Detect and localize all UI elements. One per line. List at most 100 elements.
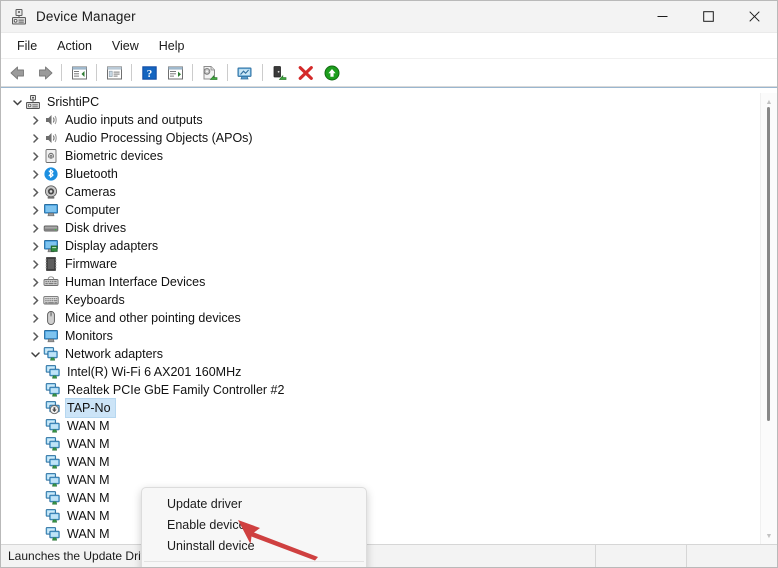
tree-row-intel-wifi[interactable]: Intel(R) Wi-Fi 6 AX201 160MHz	[1, 363, 777, 381]
tree-row-biometric-devices[interactable]: Biometric devices	[1, 147, 777, 165]
maximize-button[interactable]	[685, 1, 731, 32]
close-icon	[748, 11, 760, 22]
device-manager-window: Device Manager File Action View Help ? S…	[0, 0, 778, 568]
toolbar-forward-button[interactable]	[32, 61, 56, 84]
toolbar-disable-device-button[interactable]	[268, 61, 292, 84]
tree-row-label: Display adapters	[65, 239, 159, 253]
chevron-right-icon[interactable]	[27, 111, 43, 129]
context-menu-uninstall-device[interactable]: Uninstall device	[142, 535, 366, 556]
tree-row-cameras[interactable]: Cameras	[1, 183, 777, 201]
monitor-icon	[44, 204, 58, 217]
context-menu-update-driver[interactable]: Update driver	[142, 493, 366, 514]
tree-row-wan-miniport[interactable]: WAN M	[1, 417, 777, 435]
chevron-right-icon[interactable]	[27, 183, 43, 201]
network-adapter-icon	[45, 437, 60, 451]
scroll-down-arrow-icon[interactable]: ▼	[761, 529, 777, 543]
chevron-down-icon[interactable]	[9, 93, 25, 111]
close-button[interactable]	[731, 1, 777, 32]
tree-row-label: Intel(R) Wi-Fi 6 AX201 160MHz	[67, 365, 242, 379]
tree-row-label: Human Interface Devices	[65, 275, 206, 289]
tree-row-monitors[interactable]: Monitors	[1, 327, 777, 345]
content-area: SrishtiPC Audio inputs and outputs Audio…	[1, 87, 777, 567]
chevron-right-icon[interactable]	[27, 273, 43, 291]
computer-root-icon	[26, 95, 40, 109]
disk-drive-icon	[43, 225, 59, 232]
tree-row-audio-inputs-and-outputs[interactable]: Audio inputs and outputs	[1, 111, 777, 129]
menu-action[interactable]: Action	[47, 36, 102, 56]
svg-text:?: ?	[146, 68, 152, 80]
menu-help[interactable]: Help	[149, 36, 195, 56]
toolbar-separator	[262, 64, 263, 81]
chevron-right-icon[interactable]	[27, 147, 43, 165]
hid-icon	[43, 276, 59, 286]
chevron-right-icon[interactable]	[27, 201, 43, 219]
device-tree[interactable]: SrishtiPC Audio inputs and outputs Audio…	[1, 93, 777, 545]
chevron-right-icon[interactable]	[27, 129, 43, 147]
speaker-icon	[46, 133, 57, 143]
chevron-right-icon[interactable]	[27, 165, 43, 183]
help-icon: ?	[141, 65, 157, 80]
tree-row-display-adapters[interactable]: Display adapters	[1, 237, 777, 255]
bluetooth-icon	[44, 167, 58, 181]
tree-row-label: Disk drives	[65, 221, 127, 235]
tree-row-label: Computer	[65, 203, 120, 217]
window-title: Device Manager	[36, 9, 136, 24]
tree-row-tap-adapter[interactable]: TAP-No	[1, 398, 777, 418]
speaker-icon	[46, 115, 57, 125]
tree-row-realtek[interactable]: Realtek PCIe GbE Family Controller #2	[1, 381, 777, 399]
tree-row-label: Network adapters	[65, 347, 163, 361]
maximize-icon	[702, 11, 714, 22]
toolbar-uninstall-device-button[interactable]	[294, 61, 318, 84]
tree-row-wan-miniport[interactable]: WAN M	[1, 525, 777, 543]
chevron-right-icon[interactable]	[27, 309, 43, 327]
toolbar-properties-button[interactable]	[102, 61, 126, 84]
toolbar-scan-hardware-button[interactable]	[233, 61, 257, 84]
toolbar-back-button[interactable]	[6, 61, 30, 84]
tree-row-disk-drives[interactable]: Disk drives	[1, 219, 777, 237]
tree-row-computer[interactable]: Computer	[1, 201, 777, 219]
tree-row-wan-miniport[interactable]: WAN M	[1, 489, 777, 507]
tree-row-wan-miniport[interactable]: WAN M	[1, 507, 777, 525]
chevron-down-icon[interactable]	[27, 345, 43, 363]
tree-row-label: Cameras	[65, 185, 116, 199]
context-menu-enable-device[interactable]: Enable device	[142, 514, 366, 535]
tree-row-keyboards[interactable]: Keyboards	[1, 291, 777, 309]
context-menu[interactable]: Update driver Enable device Uninstall de…	[141, 487, 367, 567]
enable-device-icon	[324, 65, 340, 80]
network-adapter-disabled-icon	[45, 401, 60, 415]
tree-row-network-adapters[interactable]: Network adapters	[1, 345, 777, 363]
chevron-right-icon[interactable]	[27, 237, 43, 255]
tree-row-audio-processing-objects[interactable]: Audio Processing Objects (APOs)	[1, 129, 777, 147]
tree-row-wan-miniport[interactable]: WAN M	[1, 453, 777, 471]
toolbar-help-button[interactable]: ?	[137, 61, 161, 84]
tree-row-wan-miniport[interactable]: WAN M	[1, 471, 777, 489]
tree-row-root[interactable]: SrishtiPC	[1, 93, 777, 111]
scrollbar-thumb[interactable]	[767, 107, 770, 421]
toolbar-enable-device-button[interactable]	[320, 61, 344, 84]
minimize-button[interactable]	[639, 1, 685, 32]
toolbar-separator	[61, 64, 62, 81]
tree-row-human-interface-devices[interactable]: Human Interface Devices	[1, 273, 777, 291]
tree-row-firmware[interactable]: Firmware	[1, 255, 777, 273]
toolbar-console-tree-button[interactable]	[67, 61, 91, 84]
disable-device-icon	[273, 65, 287, 80]
chevron-right-icon[interactable]	[27, 291, 43, 309]
tree-row-mice-and-other-pointing-devices[interactable]: Mice and other pointing devices	[1, 309, 777, 327]
tree-row-label: TAP-No	[65, 398, 116, 418]
chevron-right-icon[interactable]	[27, 219, 43, 237]
tree-row-label: WAN M	[67, 491, 110, 505]
menu-file[interactable]: File	[7, 36, 47, 56]
toolbar-separator	[227, 64, 228, 81]
tree-row-wan-miniport[interactable]: WAN M	[1, 435, 777, 453]
chevron-right-icon[interactable]	[27, 327, 43, 345]
network-adapter-icon	[45, 455, 60, 469]
toolbar-separator	[96, 64, 97, 81]
vertical-scrollbar[interactable]: ▲ ▼	[760, 93, 777, 545]
chevron-right-icon[interactable]	[27, 255, 43, 273]
tree-row-bluetooth[interactable]: Bluetooth	[1, 165, 777, 183]
toolbar-action-pane-button[interactable]	[163, 61, 187, 84]
toolbar-update-driver-button[interactable]	[198, 61, 222, 84]
tree-row-label: SrishtiPC	[47, 95, 100, 109]
menu-view[interactable]: View	[102, 36, 149, 56]
tree-row-label: WAN M	[67, 527, 110, 541]
